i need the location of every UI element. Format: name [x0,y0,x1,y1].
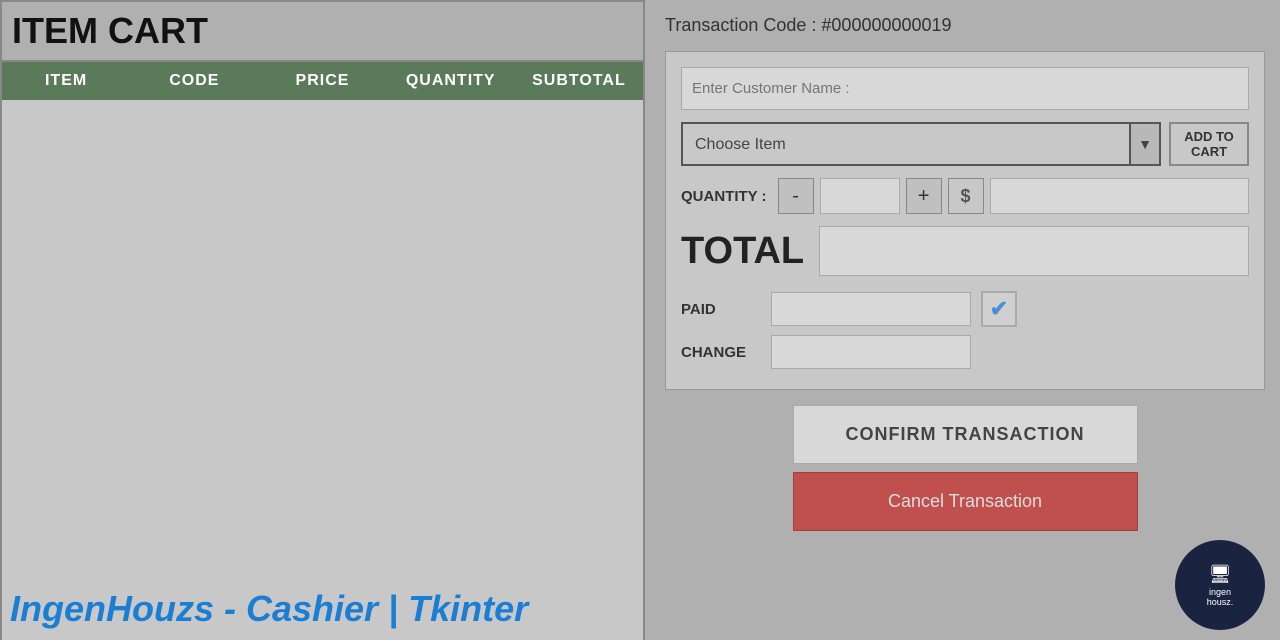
total-row: TOTAL [681,226,1249,276]
footer-text: IngenHouzs - Cashier | Tkinter [10,588,528,630]
col-quantity: QUANTITY [387,72,515,90]
quantity-label: QUANTITY : [681,188,767,205]
choose-item-select[interactable]: Choose Item [681,122,1131,166]
price-input[interactable] [990,178,1249,214]
paid-change-section: PAID ✔ CHANGE [681,291,1249,369]
paid-row: PAID ✔ [681,291,1249,327]
left-panel: ITEM CART ITEM CODE PRICE QUANTITY SUBTO… [0,0,645,640]
dollar-icon: $ [948,178,984,214]
total-input [819,226,1249,276]
cancel-transaction-button[interactable]: Cancel Transaction [793,472,1138,531]
change-label: CHANGE [681,344,761,361]
confirm-transaction-button[interactable]: CONFIRM TRANSACTION [793,405,1138,464]
col-code: CODE [130,72,258,90]
monitor-icon: 🖥 [1209,564,1232,585]
paid-input[interactable] [771,292,971,326]
change-row: CHANGE [681,335,1249,369]
buttons-section: CONFIRM TRANSACTION Cancel Transaction [665,405,1265,531]
col-item: ITEM [2,72,130,90]
transaction-box: Choose Item ▼ ADD TO CART QUANTITY : - +… [665,51,1265,390]
right-panel: Transaction Code : #000000000019 Choose … [650,0,1280,640]
quantity-row: QUANTITY : - + $ [681,178,1249,214]
logo-line2: housz. [1207,597,1234,607]
add-to-cart-button[interactable]: ADD TO CART [1169,122,1249,166]
checkmark-icon: ✔ [990,296,1008,322]
qty-minus-button[interactable]: - [778,178,814,214]
dropdown-arrow-icon[interactable]: ▼ [1131,122,1161,166]
qty-plus-button[interactable]: + [906,178,942,214]
paid-checkbox[interactable]: ✔ [981,291,1017,327]
change-input [771,335,971,369]
logo-line1: ingen [1209,587,1231,597]
customer-name-input[interactable] [681,67,1249,110]
col-price: PRICE [258,72,386,90]
cart-header: ITEM CODE PRICE QUANTITY SUBTOTAL [2,62,643,100]
col-subtotal: SUBTOTAL [515,72,643,90]
logo-circle: 🖥 ingen housz. [1175,540,1265,630]
paid-label: PAID [681,301,761,318]
quantity-input[interactable] [820,178,900,214]
transaction-code: Transaction Code : #000000000019 [665,15,1265,36]
total-label: TOTAL [681,230,804,273]
item-cart-title: ITEM CART [2,2,643,62]
choose-item-row: Choose Item ▼ ADD TO CART [681,122,1249,166]
cart-body [2,100,643,640]
